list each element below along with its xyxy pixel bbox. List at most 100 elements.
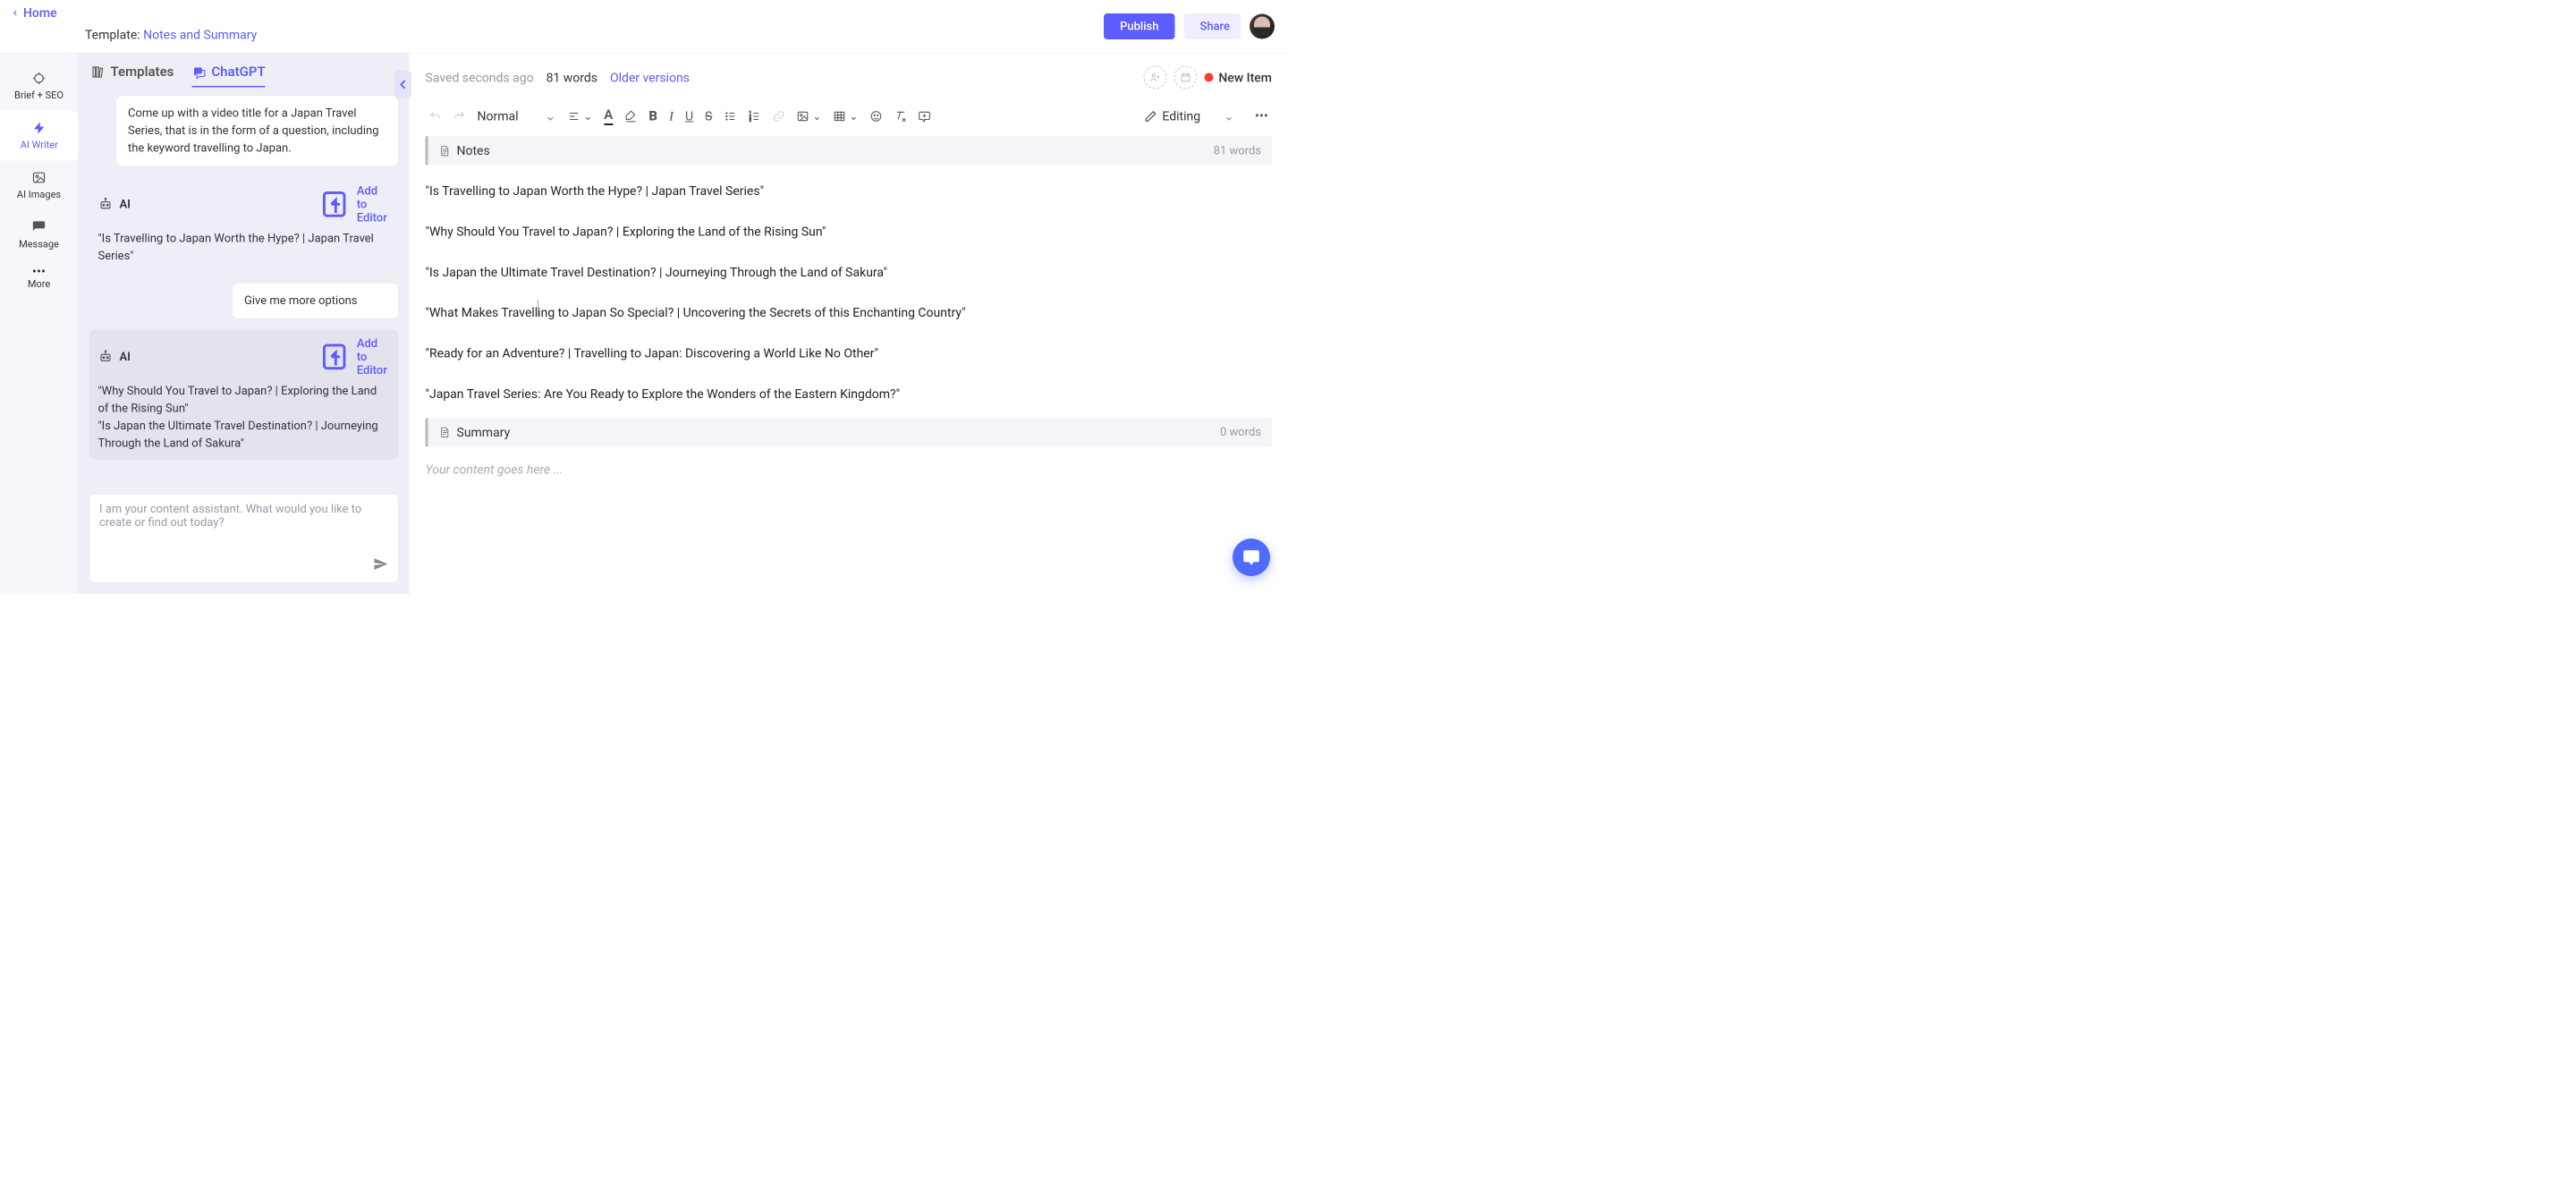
section-title: Notes xyxy=(457,143,490,158)
numbered-list-button[interactable]: 123 xyxy=(748,110,760,123)
message-icon xyxy=(32,220,47,234)
avatar[interactable] xyxy=(1250,14,1275,39)
templates-icon xyxy=(91,65,105,79)
ai-label: AI xyxy=(120,198,131,211)
summary-section-header: Summary 0 words xyxy=(426,418,1273,447)
sidebar-item-label: Brief + SEO xyxy=(14,90,64,102)
doc-icon xyxy=(439,145,451,157)
chat-input[interactable]: I am your content assistant. What would … xyxy=(89,494,399,583)
send-icon xyxy=(373,556,388,572)
save-status: Saved seconds ago xyxy=(426,70,534,85)
sidebar-item-ai-images[interactable]: AI Images xyxy=(0,161,78,211)
emoji-icon xyxy=(869,110,882,123)
bold-button[interactable]: B xyxy=(648,108,657,124)
template-name-link[interactable]: Notes and Summary xyxy=(143,28,257,43)
emoji-button[interactable] xyxy=(869,110,882,123)
chat-icon xyxy=(191,65,205,79)
doc-icon xyxy=(439,427,451,438)
dots-icon: ••• xyxy=(32,270,46,275)
editor-toolbar: Normal ⌄ ⌄ A B I U S 123 ⌄ ⌄ xyxy=(426,102,1273,137)
add-to-editor-icon xyxy=(318,187,353,222)
chat-panel: Templates ChatGPT Come up with a video t… xyxy=(79,54,410,595)
font-color-button[interactable]: A xyxy=(604,107,613,126)
add-person-button[interactable] xyxy=(1143,66,1166,89)
paragraph-style-select[interactable]: Normal ⌄ xyxy=(478,109,556,124)
chevron-left-icon xyxy=(11,8,20,17)
section-title: Summary xyxy=(457,425,511,440)
undo-icon xyxy=(429,110,442,123)
chevron-left-icon xyxy=(395,77,411,92)
strikethrough-button[interactable]: S xyxy=(705,109,712,124)
pencil-icon xyxy=(1144,110,1157,123)
sidebar-item-ai-writer[interactable]: AI Writer xyxy=(0,111,79,161)
tab-chatgpt[interactable]: ChatGPT xyxy=(191,64,265,88)
older-versions-link[interactable]: Older versions xyxy=(610,70,690,85)
content-line: "What Makes Travelling to Japan So Speci… xyxy=(426,296,1273,336)
chat-bubble-icon xyxy=(1242,548,1261,567)
numbered-list-icon: 123 xyxy=(748,110,760,123)
image-icon xyxy=(32,171,47,185)
bolt-icon xyxy=(32,121,47,135)
chevron-down-icon: ⌄ xyxy=(812,110,821,123)
help-fab[interactable] xyxy=(1233,539,1270,576)
add-to-editor-button[interactable]: Add to Editor xyxy=(318,337,389,378)
italic-button[interactable]: I xyxy=(669,108,674,123)
image-insert-button[interactable]: ⌄ xyxy=(796,110,821,123)
clear-format-button[interactable] xyxy=(894,110,906,123)
content-line: "Is Japan the Ultimate Travel Destinatio… xyxy=(426,255,1273,295)
schedule-button[interactable] xyxy=(1174,66,1197,89)
person-plus-icon xyxy=(1149,72,1161,83)
redo-button[interactable] xyxy=(453,110,466,123)
tab-label: ChatGPT xyxy=(211,64,265,81)
clear-format-icon xyxy=(894,110,906,123)
sidebar-item-label: More xyxy=(28,279,50,291)
undo-button[interactable] xyxy=(429,110,442,123)
add-to-editor-button[interactable]: Add to Editor xyxy=(318,184,389,225)
add-to-editor-icon xyxy=(318,340,353,375)
table-icon xyxy=(833,110,845,123)
sidebar: Brief + SEO AI Writer AI Images Message … xyxy=(0,54,79,595)
home-link[interactable]: Home xyxy=(11,5,57,21)
calendar-icon xyxy=(1180,72,1191,83)
highlight-button[interactable] xyxy=(624,110,637,123)
link-button[interactable] xyxy=(772,110,784,123)
sidebar-item-label: Message xyxy=(19,239,59,250)
chat-ai-message: AI Add to Editor "Why Should You Travel … xyxy=(89,330,399,460)
publish-label: Publish xyxy=(1120,20,1158,33)
new-item-status[interactable]: New Item xyxy=(1204,70,1272,85)
home-label: Home xyxy=(23,5,57,21)
ai-message-body: "Is Travelling to Japan Worth the Hype? … xyxy=(98,230,390,265)
notes-content[interactable]: "Is Travelling to Japan Worth the Hype? … xyxy=(426,174,1273,418)
section-word-count: 0 words xyxy=(1220,426,1261,439)
word-count: 81 words xyxy=(547,70,597,85)
ai-label: AI xyxy=(120,351,131,364)
align-button[interactable]: ⌄ xyxy=(567,110,592,123)
collapse-panel-button[interactable] xyxy=(395,72,411,98)
chat-user-message: Come up with a video title for a Japan T… xyxy=(116,96,399,167)
ai-message-body: "Why Should You Travel to Japan? | Explo… xyxy=(98,383,390,453)
comment-plus-icon xyxy=(918,110,930,123)
font-color-icon: A xyxy=(604,107,613,126)
status-dot-icon xyxy=(1204,73,1213,82)
sidebar-item-more[interactable]: ••• More xyxy=(0,260,78,301)
sidebar-item-label: AI Images xyxy=(17,190,61,201)
redo-icon xyxy=(453,110,466,123)
chat-user-message: Give me more options xyxy=(233,283,399,319)
summary-placeholder[interactable]: Your content goes here ... xyxy=(426,455,1273,483)
chevron-down-icon: ⌄ xyxy=(546,109,556,124)
tab-templates[interactable]: Templates xyxy=(91,64,174,88)
content-line: "Japan Travel Series: Are You Ready to E… xyxy=(426,377,1273,417)
toolbar-more-button[interactable]: ••• xyxy=(1255,108,1268,124)
svg-text:3: 3 xyxy=(750,118,752,123)
table-button[interactable]: ⌄ xyxy=(833,110,858,123)
sidebar-item-brief-seo[interactable]: Brief + SEO xyxy=(0,62,78,112)
bullet-list-button[interactable] xyxy=(724,110,736,123)
share-button[interactable]: Share xyxy=(1183,13,1241,39)
editing-mode-select[interactable]: Editing ⌄ xyxy=(1144,109,1233,124)
comment-button[interactable] xyxy=(918,110,930,123)
sidebar-item-message[interactable]: Message xyxy=(0,210,78,260)
underline-button[interactable]: U xyxy=(685,109,693,124)
publish-button[interactable]: Publish xyxy=(1104,13,1174,39)
send-button[interactable] xyxy=(373,556,388,575)
content-line: "Ready for an Adventure? | Travelling to… xyxy=(426,336,1273,377)
